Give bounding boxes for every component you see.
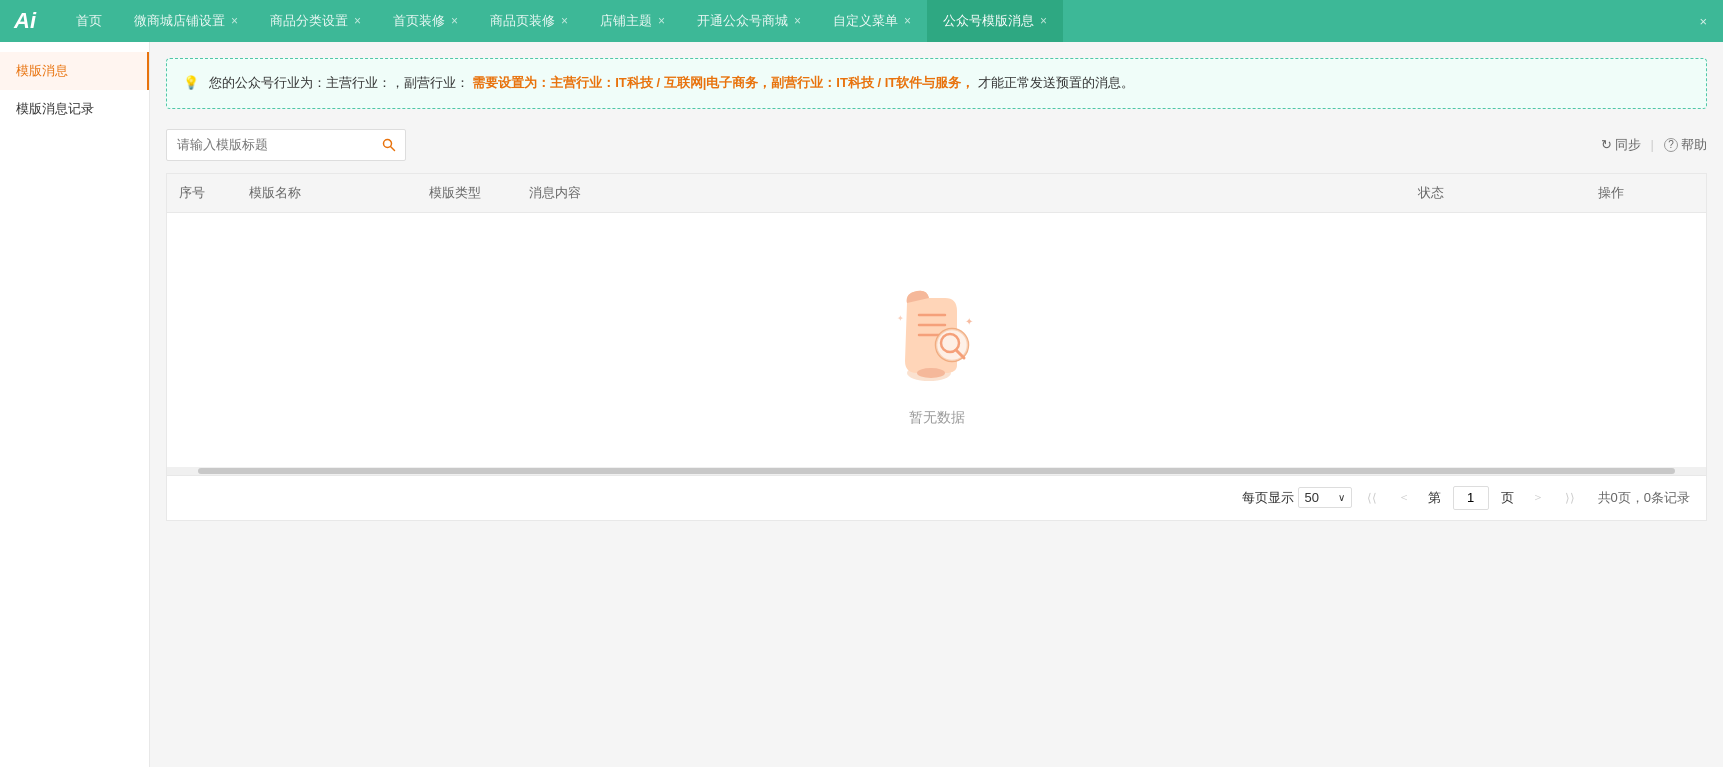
pagination-bar: 每页显示 50 ∨ ⟨⟨ ＜ 第 页 ＞ ⟩⟩ 共0页，0条记录 bbox=[167, 475, 1706, 520]
prev-page-button[interactable]: ＜ bbox=[1392, 486, 1416, 510]
col-index: 序号 bbox=[167, 174, 237, 212]
nav-item-category-settings[interactable]: 商品分类设置 × bbox=[254, 0, 377, 42]
close-store-settings[interactable]: × bbox=[231, 14, 238, 28]
scrollbar-thumb[interactable] bbox=[198, 468, 1675, 474]
table-header: 序号 模版名称 模版类型 消息内容 状态 操作 bbox=[167, 174, 1706, 213]
nav-item-homepage-decor[interactable]: 首页装修 × bbox=[377, 0, 474, 42]
content-area: 💡 您的公众号行业为：主营行业：，副营行业： 需要设置为：主营行业：IT科技 /… bbox=[150, 42, 1723, 767]
notice-highlight: 需要设置为：主营行业：IT科技 / 互联网|电子商务，副营行业：IT科技 / I… bbox=[472, 75, 974, 90]
next-page-button[interactable]: ＞ bbox=[1526, 486, 1550, 510]
nav-item-template-msg[interactable]: 公众号模版消息 × bbox=[927, 0, 1063, 42]
svg-line-1 bbox=[391, 146, 395, 150]
top-nav: Ai 首页 微商城店铺设置 × 商品分类设置 × 首页装修 × 商品页装修 × … bbox=[0, 0, 1723, 42]
page-di-label: 第 bbox=[1428, 489, 1441, 507]
search-input[interactable] bbox=[167, 137, 373, 152]
sidebar-item-template-message-record[interactable]: 模版消息记录 bbox=[0, 90, 149, 128]
last-page-button[interactable]: ⟩⟩ bbox=[1558, 486, 1582, 510]
search-input-wrap bbox=[166, 129, 406, 161]
close-homepage-decor[interactable]: × bbox=[451, 14, 458, 28]
nav-item-home[interactable]: 首页 bbox=[60, 0, 118, 42]
page-size-dropdown[interactable]: 50 ∨ bbox=[1298, 487, 1352, 508]
app-logo: Ai bbox=[0, 0, 60, 42]
first-page-button[interactable]: ⟨⟨ bbox=[1360, 486, 1384, 510]
close-product-decor[interactable]: × bbox=[561, 14, 568, 28]
col-content: 消息内容 bbox=[517, 174, 1406, 212]
sidebar-item-template-message[interactable]: 模版消息 bbox=[0, 52, 149, 90]
notice-prefix: 您的公众号行业为：主营行业：，副营行业： bbox=[209, 75, 469, 90]
col-type: 模版类型 bbox=[417, 174, 517, 212]
data-table: 序号 模版名称 模版类型 消息内容 状态 操作 bbox=[166, 173, 1707, 521]
sync-button[interactable]: ↻ 同步 bbox=[1601, 136, 1641, 154]
help-button[interactable]: ? 帮助 bbox=[1664, 136, 1707, 154]
search-button[interactable] bbox=[373, 129, 405, 161]
notice-suffix: 才能正常发送预置的消息。 bbox=[978, 75, 1134, 90]
col-name: 模版名称 bbox=[237, 174, 417, 212]
sidebar: 模版消息 模版消息记录 bbox=[0, 42, 150, 767]
top-actions: ↻ 同步 | ? 帮助 bbox=[1601, 136, 1707, 154]
page-number-input[interactable] bbox=[1453, 486, 1489, 510]
nav-item-product-decor[interactable]: 商品页装修 × bbox=[474, 0, 584, 42]
nav-item-store-theme[interactable]: 店铺主题 × bbox=[584, 0, 681, 42]
page-unit-label: 页 bbox=[1501, 489, 1514, 507]
close-custom-menu[interactable]: × bbox=[904, 14, 911, 28]
search-area: ↻ 同步 | ? 帮助 bbox=[166, 129, 1707, 161]
svg-point-3 bbox=[917, 368, 945, 378]
toolbar-divider: | bbox=[1651, 137, 1654, 152]
notice-icon: 💡 bbox=[183, 75, 199, 90]
svg-text:✦: ✦ bbox=[897, 314, 904, 323]
empty-illustration: ✦ ✦ bbox=[877, 273, 997, 393]
close-template-msg[interactable]: × bbox=[1040, 14, 1047, 28]
main-layout: 模版消息 模版消息记录 💡 您的公众号行业为：主营行业：，副营行业： 需要设置为… bbox=[0, 42, 1723, 767]
notice-box: 💡 您的公众号行业为：主营行业：，副营行业： 需要设置为：主营行业：IT科技 /… bbox=[166, 58, 1707, 109]
page-size-select: 每页显示 50 ∨ bbox=[1242, 487, 1352, 508]
nav-item-store-settings[interactable]: 微商城店铺设置 × bbox=[118, 0, 254, 42]
chevron-down-icon: ∨ bbox=[1338, 492, 1345, 503]
col-status: 状态 bbox=[1406, 174, 1586, 212]
page-size-value: 50 bbox=[1305, 490, 1319, 505]
page-total-text: 共0页，0条记录 bbox=[1598, 489, 1690, 507]
horizontal-scrollbar[interactable] bbox=[167, 467, 1706, 475]
empty-state: ✦ ✦ 暂无数据 bbox=[167, 213, 1706, 467]
nav-item-open-mall[interactable]: 开通公众号商城 × bbox=[681, 0, 817, 42]
sync-icon: ↻ bbox=[1601, 137, 1612, 152]
close-category-settings[interactable]: × bbox=[354, 14, 361, 28]
col-action: 操作 bbox=[1586, 174, 1706, 212]
close-all-tabs[interactable]: × bbox=[1683, 0, 1723, 42]
empty-text: 暂无数据 bbox=[909, 409, 965, 427]
page-size-label: 每页显示 bbox=[1242, 489, 1294, 507]
svg-text:✦: ✦ bbox=[965, 316, 973, 327]
close-store-theme[interactable]: × bbox=[658, 14, 665, 28]
nav-item-custom-menu[interactable]: 自定义菜单 × bbox=[817, 0, 927, 42]
close-open-mall[interactable]: × bbox=[794, 14, 801, 28]
help-icon: ? bbox=[1664, 138, 1678, 152]
